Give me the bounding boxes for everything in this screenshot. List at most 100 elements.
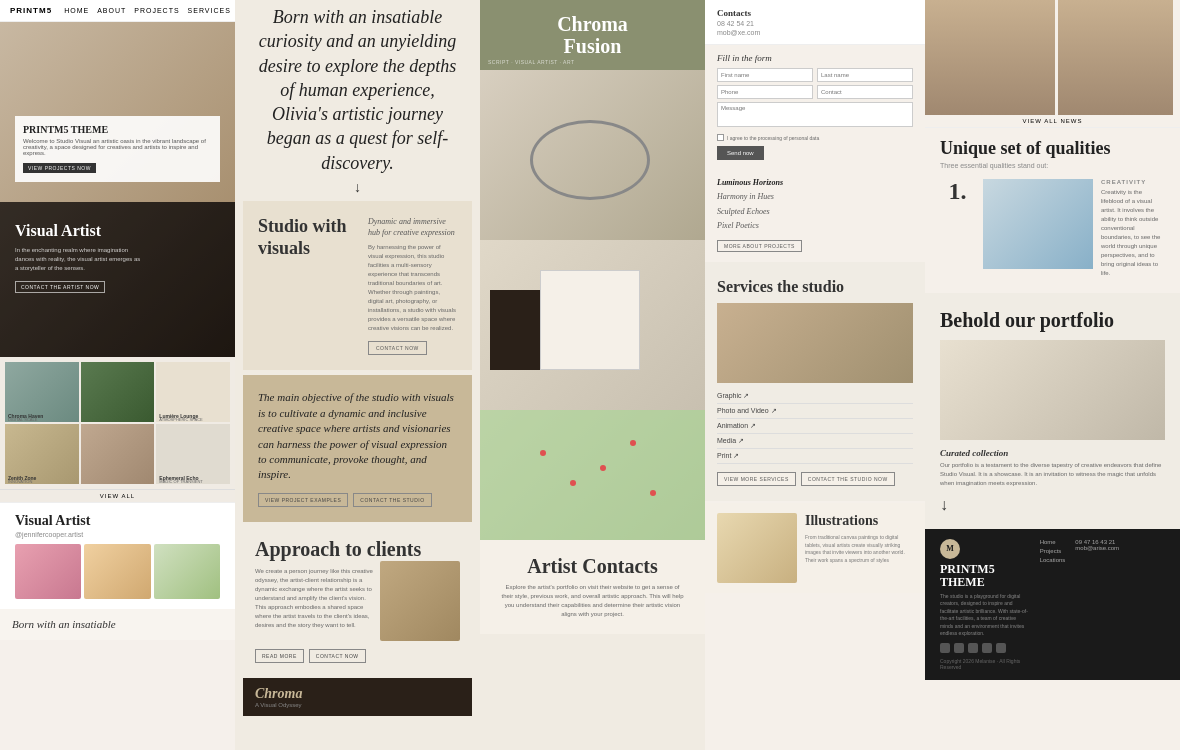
- facebook-icon[interactable]: [968, 643, 978, 653]
- message-textarea[interactable]: [717, 102, 913, 127]
- view-all-row[interactable]: VIEW ALL: [0, 489, 235, 502]
- project-sub-3: INNOVATION: [8, 479, 32, 484]
- service-print[interactable]: Print ↗: [717, 449, 913, 464]
- map-box: [480, 410, 705, 540]
- chroma-subtitle-small: A Visual Odyssey: [255, 702, 302, 708]
- project-item-plant[interactable]: [81, 362, 155, 422]
- column-5: VIEW ALL NEWS Unique set of qualities Th…: [925, 0, 1180, 750]
- nav-home[interactable]: HOME: [64, 7, 89, 14]
- footer-link-projects[interactable]: Projects: [1040, 548, 1066, 554]
- objective-box: The main objective of the studio with vi…: [243, 375, 472, 521]
- contact-studio-btn[interactable]: CONTACT THE STUDIO: [353, 493, 431, 507]
- view-project-btn[interactable]: VIEW PROJECT EXAMPLES: [258, 493, 348, 507]
- footer-email: mob@arise.com: [1075, 545, 1165, 551]
- project-item-zenith[interactable]: Zenith Zone INNOVATION: [5, 424, 79, 484]
- map-overlay: [480, 410, 705, 540]
- page-wrapper: PRINTM5 HOME ABOUT PROJECTS SERVICES CON…: [0, 0, 1180, 750]
- form-box: Fill in the form I agree to the processi…: [705, 45, 925, 168]
- ac-body: Explore the artist's portfolio on visit …: [500, 583, 685, 619]
- portfolio-image: [940, 340, 1165, 440]
- footer-dark: M PRINTM5THEME The studio is a playgroun…: [925, 529, 1180, 680]
- read-more-btn[interactable]: READ MORE: [255, 649, 304, 663]
- quality-item-1: 1. CREATIVITY Creativity is the lifebloo…: [940, 179, 1165, 278]
- illus-inner: Illustrations From traditional canvas pa…: [717, 513, 913, 583]
- projects-list: Luminous Horizons Harmony in Hues Sculpt…: [705, 168, 925, 260]
- project-item-vase[interactable]: [81, 424, 155, 484]
- news-image-1: [925, 0, 1055, 115]
- services-title: Services the studio: [717, 277, 913, 298]
- va-btn[interactable]: CONTACT THE ARTIST NOW: [15, 281, 105, 293]
- studio-right: Dynamic and immersive hub for creative e…: [358, 216, 457, 355]
- behance-icon[interactable]: [940, 643, 950, 653]
- hero-cta-button[interactable]: VIEW PROJECTS NOW: [23, 163, 96, 173]
- project-item-chroma-haven[interactable]: Chroma Haven DIGITAL SCALE: [5, 362, 79, 422]
- map-dot-3: [570, 480, 576, 486]
- more-projects-btn[interactable]: MORE ABOUT PROJECTS: [717, 240, 802, 252]
- last-name-input[interactable]: [817, 68, 913, 82]
- approach-box: Approach to clients We create a person j…: [243, 527, 472, 673]
- news-person-img: [925, 0, 1055, 115]
- project-item-ephemeral[interactable]: Ephemeral Echo MAGIC OF TRANSIENT: [156, 424, 230, 484]
- phone-input[interactable]: [717, 85, 813, 99]
- contact-now-btn[interactable]: CONTACT NOW: [309, 649, 366, 663]
- agree-checkbox[interactable]: [717, 134, 724, 141]
- footer-copy: Copyright 2026 Melanise · All Rights Res…: [940, 658, 1030, 670]
- column-3: ChromaFusion SCRIPT · VISUAL ARTIST · AR…: [480, 0, 705, 750]
- nav-projects[interactable]: PROJECTS: [134, 7, 179, 14]
- nav-bar: PRINTM5 HOME ABOUT PROJECTS SERVICES CON…: [0, 0, 235, 22]
- service-animation[interactable]: Animation ↗: [717, 419, 913, 434]
- cf-tags: SCRIPT · VISUAL ARTIST · ART: [488, 59, 575, 65]
- studio-contact-btn[interactable]: CONTACT NOW: [368, 341, 427, 355]
- view-all-news-row[interactable]: VIEW ALL NEWS: [925, 115, 1180, 128]
- illus-title: Illustrations: [805, 513, 913, 530]
- approach-title: Approach to clients: [255, 537, 460, 561]
- project-sub-2: ATMOSPHERIC SPACE: [159, 417, 202, 422]
- va2-section: Visual Artist @jennifercooper.artist: [0, 502, 235, 609]
- contacts-phone: 08 42 54 21: [717, 20, 913, 27]
- footer-icon: M: [940, 539, 960, 559]
- ac-title: Artist Contacts: [500, 555, 685, 578]
- studio-title: Studio with visuals: [258, 216, 358, 355]
- studio-left: Studio with visuals Dynamic and immersiv…: [258, 216, 457, 355]
- services-list: Graphic ↗ Photo and Video ↗ Animation ↗ …: [717, 389, 913, 464]
- contacts-label: Contacts: [717, 8, 913, 18]
- service-graphic[interactable]: Graphic ↗: [717, 389, 913, 404]
- contacts-email: mob@xe.com: [717, 29, 913, 36]
- services-box: Services the studio Graphic ↗ Photo and …: [705, 262, 925, 502]
- cf-title: ChromaFusion: [557, 13, 628, 57]
- contact-studio-now-btn[interactable]: CONTACT THE STUDIO NOW: [801, 472, 895, 486]
- va2-handle: @jennifercooper.artist: [15, 531, 220, 538]
- footer-logo-area: M PRINTM5THEME The studio is a playgroun…: [940, 539, 1030, 670]
- submit-button[interactable]: Send now: [717, 146, 764, 160]
- va-content: Visual Artist In the enchanting realm wh…: [15, 222, 145, 293]
- pl-item-1: Luminous Horizons: [717, 176, 913, 190]
- footer-link-locations[interactable]: Locations: [1040, 557, 1066, 563]
- va2-title: Visual Artist: [15, 513, 220, 529]
- flower-img-2: [84, 544, 150, 599]
- portfolio-body: Our portfolio is a testament to the dive…: [940, 461, 1165, 488]
- linkedin-icon[interactable]: [996, 643, 1006, 653]
- chroma-title-small: Chroma: [255, 686, 302, 702]
- first-name-input[interactable]: [717, 68, 813, 82]
- qualities-title: Unique set of qualities: [940, 138, 1165, 160]
- nav-services[interactable]: SERVICES: [188, 7, 231, 14]
- twitter-icon[interactable]: [982, 643, 992, 653]
- nav-about[interactable]: ABOUT: [97, 7, 126, 14]
- footer-link-home[interactable]: Home: [1040, 539, 1066, 545]
- news-images: [925, 0, 1180, 115]
- quality-body-1: Creativity is the lifeblood of a visual …: [1101, 188, 1165, 278]
- col2-hero-text: Born with an insatiable curiosity and an…: [235, 0, 480, 180]
- service-media[interactable]: Media ↗: [717, 434, 913, 449]
- column-2: Born with an insatiable curiosity and an…: [235, 0, 480, 750]
- contact-input[interactable]: [817, 85, 913, 99]
- pl-item-3: Sculpted Echoes: [717, 205, 913, 219]
- column-4: Contacts 08 42 54 21 mob@xe.com Fill in …: [705, 0, 925, 750]
- pl-item-4: Pixel Poetics: [717, 219, 913, 233]
- view-more-services-btn[interactable]: VIEW MORE SERVICES: [717, 472, 796, 486]
- instagram-icon[interactable]: [954, 643, 964, 653]
- portfolio-title: Behold our portfolio: [940, 308, 1165, 332]
- project-item-lumiere[interactable]: Lumière Lounge ATMOSPHERIC SPACE: [156, 362, 230, 422]
- gallery-light-block: [540, 270, 640, 370]
- column-1: PRINTM5 HOME ABOUT PROJECTS SERVICES CON…: [0, 0, 235, 750]
- service-photo[interactable]: Photo and Video ↗: [717, 404, 913, 419]
